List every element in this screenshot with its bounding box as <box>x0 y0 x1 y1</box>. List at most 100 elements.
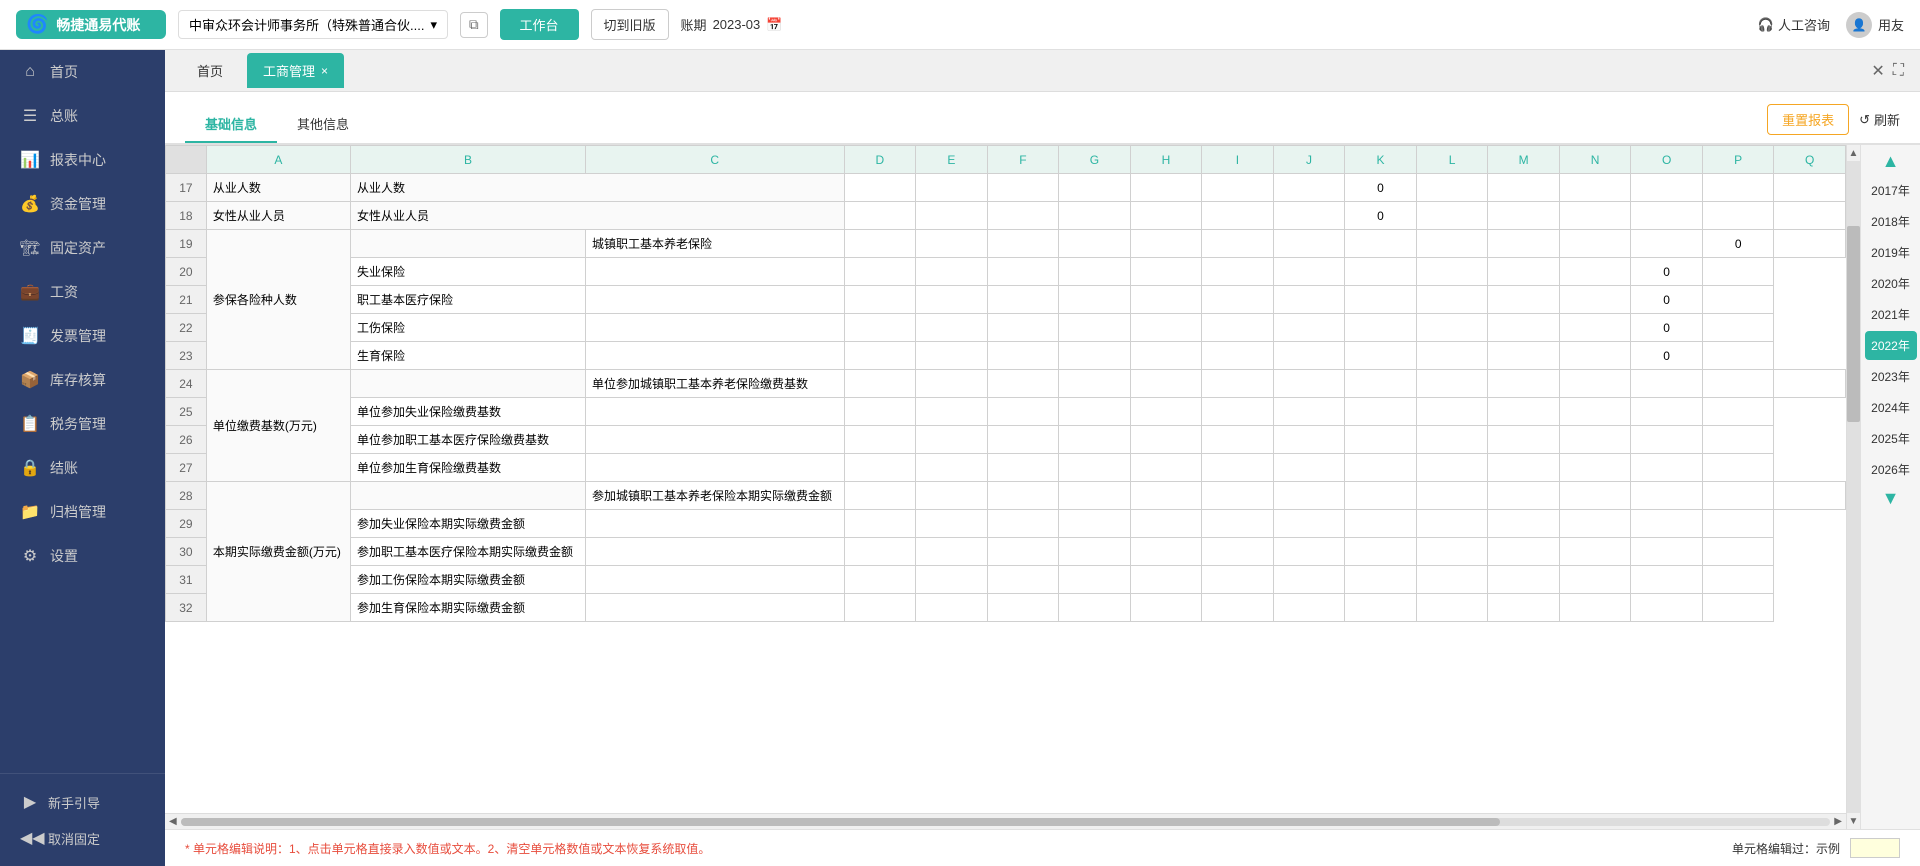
cell-26-P[interactable] <box>1631 426 1703 454</box>
cell-24-P[interactable] <box>1702 370 1774 398</box>
cell-23-E[interactable] <box>844 342 916 370</box>
cell-22-N[interactable] <box>1488 314 1560 342</box>
cell-31-F[interactable] <box>916 566 988 594</box>
cell-25-F[interactable] <box>916 398 988 426</box>
cell-26-I[interactable] <box>1130 426 1202 454</box>
cell-26-K[interactable] <box>1273 426 1345 454</box>
cell-32-F[interactable] <box>916 594 988 622</box>
cell-22-O[interactable] <box>1559 314 1631 342</box>
cell-22-G[interactable] <box>987 314 1059 342</box>
cell-28-N[interactable] <box>1559 482 1631 510</box>
close-window-button[interactable]: ✕ <box>1871 61 1884 81</box>
cell-20-Q[interactable] <box>1702 258 1774 286</box>
cell-23-L[interactable] <box>1345 342 1417 370</box>
company-selector[interactable]: 中审众环会计师事务所（特殊普通合伙.... ▾ <box>178 10 448 39</box>
cell-21-C[interactable]: 职工基本医疗保险 <box>350 286 585 314</box>
cell-23-I[interactable] <box>1130 342 1202 370</box>
cell-29-F[interactable] <box>916 510 988 538</box>
user-area[interactable]: 👤 用友 <box>1846 12 1904 38</box>
cell-30-Q[interactable] <box>1702 538 1774 566</box>
cell-21-L[interactable] <box>1345 286 1417 314</box>
cell-20-I[interactable] <box>1130 258 1202 286</box>
cell-30-J[interactable] <box>1202 538 1274 566</box>
sidebar-item-home[interactable]: ⌂首页 <box>0 50 165 94</box>
cell-29-J[interactable] <box>1202 510 1274 538</box>
cell-31-I[interactable] <box>1130 566 1202 594</box>
cell-19-H[interactable] <box>1130 230 1202 258</box>
cell-32-L[interactable] <box>1345 594 1417 622</box>
cell-32-D[interactable] <box>585 594 844 622</box>
cell-23-C[interactable]: 生育保险 <box>350 342 585 370</box>
cell-24-C[interactable]: 单位参加城镇职工基本养老保险缴费基数 <box>585 370 844 398</box>
cell-18-J[interactable] <box>1273 202 1345 230</box>
year-item-2019年[interactable]: 2019年 <box>1865 238 1917 267</box>
cell-29-P[interactable] <box>1631 510 1703 538</box>
cell-31-C[interactable]: 参加工伤保险本期实际缴费金额 <box>350 566 585 594</box>
cell-24-K[interactable] <box>1345 370 1417 398</box>
cell-25-M[interactable] <box>1416 398 1488 426</box>
year-item-2022年[interactable]: 2022年 <box>1865 331 1917 360</box>
cell-20-F[interactable] <box>916 258 988 286</box>
year-item-2020年[interactable]: 2020年 <box>1865 269 1917 298</box>
cell-23-G[interactable] <box>987 342 1059 370</box>
cell-30-C[interactable]: 参加职工基本医疗保险本期实际缴费金额 <box>350 538 585 566</box>
cell-31-P[interactable] <box>1631 566 1703 594</box>
cell-26-D[interactable] <box>585 426 844 454</box>
cell-32-E[interactable] <box>844 594 916 622</box>
cell-25-H[interactable] <box>1059 398 1131 426</box>
cell-24-M[interactable] <box>1488 370 1560 398</box>
cell-29-E[interactable] <box>844 510 916 538</box>
cell-26-J[interactable] <box>1202 426 1274 454</box>
cell-30-D[interactable] <box>585 538 844 566</box>
cell-29-D[interactable] <box>585 510 844 538</box>
cell-18-I[interactable] <box>1202 202 1274 230</box>
cell-27-F[interactable] <box>916 454 988 482</box>
cell-22-E[interactable] <box>844 314 916 342</box>
cell-21-F[interactable] <box>916 286 988 314</box>
cell-23-P[interactable]: 0 <box>1631 342 1703 370</box>
cell-28-A[interactable]: 本期实际缴费金额(万元) <box>206 482 350 622</box>
cell-29-G[interactable] <box>987 510 1059 538</box>
cell-20-H[interactable] <box>1059 258 1131 286</box>
cell-20-P[interactable]: 0 <box>1631 258 1703 286</box>
year-item-2024年[interactable]: 2024年 <box>1865 393 1917 422</box>
cell-19-N[interactable] <box>1559 230 1631 258</box>
cell-25-D[interactable] <box>585 398 844 426</box>
cell-28-H[interactable] <box>1130 482 1202 510</box>
cell-18-M[interactable] <box>1488 202 1560 230</box>
sidebar-item-close[interactable]: 🔒结账 <box>0 446 165 490</box>
cell-19-I[interactable] <box>1202 230 1274 258</box>
cell-31-G[interactable] <box>987 566 1059 594</box>
cell-24-L[interactable] <box>1416 370 1488 398</box>
year-nav-down-btn[interactable]: ▼ <box>1880 486 1902 511</box>
cell-27-J[interactable] <box>1202 454 1274 482</box>
cell-20-C[interactable]: 失业保险 <box>350 258 585 286</box>
year-nav-up-btn[interactable]: ▲ <box>1880 149 1902 174</box>
cell-27-P[interactable] <box>1631 454 1703 482</box>
cell-25-Q[interactable] <box>1702 398 1774 426</box>
cell-25-L[interactable] <box>1345 398 1417 426</box>
cell-26-G[interactable] <box>987 426 1059 454</box>
cell-28-B[interactable] <box>350 482 585 510</box>
cell-19-O[interactable] <box>1631 230 1703 258</box>
cell-19-D[interactable] <box>844 230 916 258</box>
tab-industry[interactable]: 工商管理 × <box>247 53 344 88</box>
cell-32-C[interactable]: 参加生育保险本期实际缴费金额 <box>350 594 585 622</box>
cell-32-K[interactable] <box>1273 594 1345 622</box>
sidebar-item-report[interactable]: 📊报表中心 <box>0 138 165 182</box>
cell-26-F[interactable] <box>916 426 988 454</box>
cell-27-M[interactable] <box>1416 454 1488 482</box>
cell-30-O[interactable] <box>1559 538 1631 566</box>
cell-18-B[interactable]: 女性从业人员 <box>350 202 844 230</box>
cell-21-H[interactable] <box>1059 286 1131 314</box>
cell-22-C[interactable]: 工伤保险 <box>350 314 585 342</box>
cell-31-L[interactable] <box>1345 566 1417 594</box>
cell-29-H[interactable] <box>1059 510 1131 538</box>
cell-17-F[interactable] <box>987 174 1059 202</box>
cell-22-D[interactable] <box>585 314 844 342</box>
cell-21-M[interactable] <box>1416 286 1488 314</box>
cell-19-P[interactable]: 0 <box>1702 230 1774 258</box>
year-item-2025年[interactable]: 2025年 <box>1865 424 1917 453</box>
cell-31-M[interactable] <box>1416 566 1488 594</box>
cell-27-G[interactable] <box>987 454 1059 482</box>
